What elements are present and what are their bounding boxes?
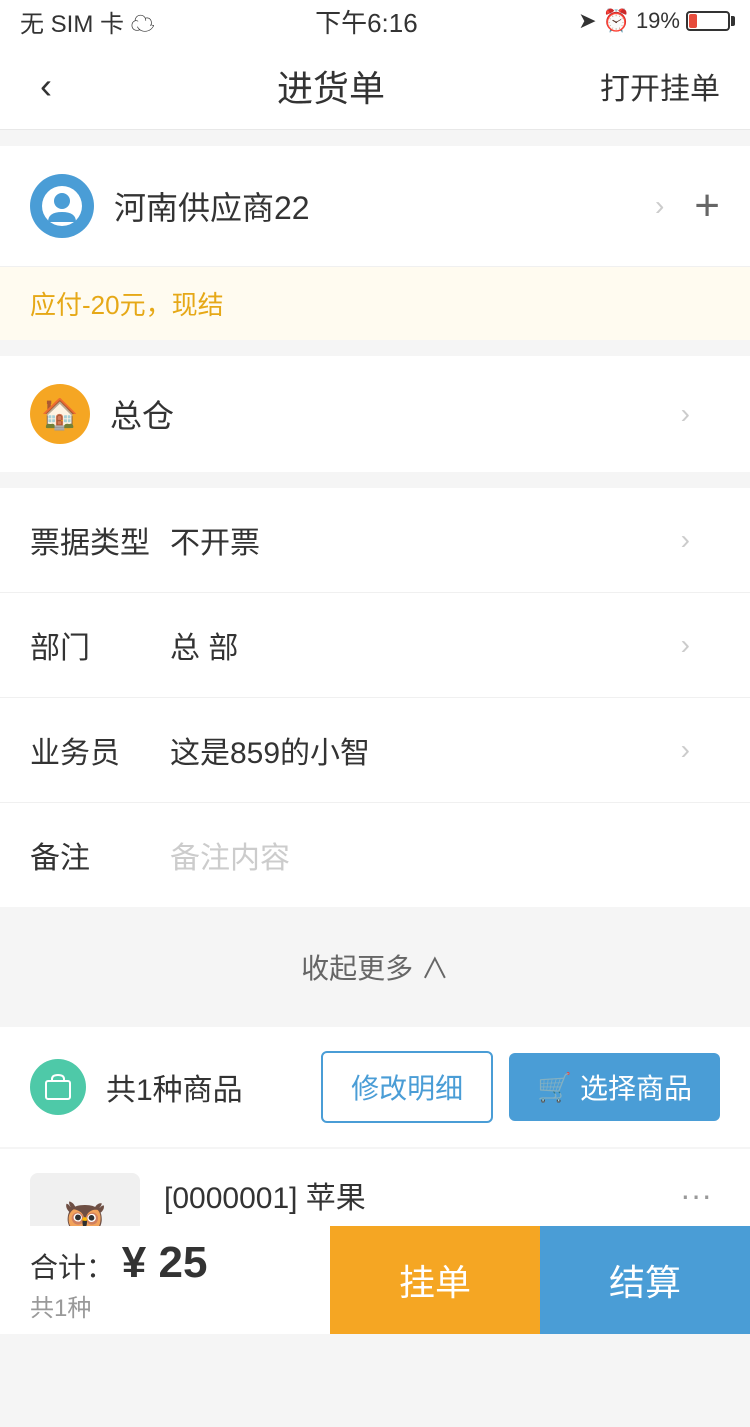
location-icon: ➤ bbox=[578, 8, 596, 34]
select-product-button[interactable]: 🛒 选择商品 bbox=[509, 1053, 720, 1121]
remark-row[interactable]: 备注 备注内容 bbox=[0, 803, 750, 907]
invoice-label: 票据类型 bbox=[30, 518, 170, 562]
product-header: 共1种商品 修改明细 🛒 选择商品 bbox=[0, 1027, 750, 1147]
nav-bar: ‹ 进货单 打开挂单 bbox=[0, 42, 750, 130]
avatar-inner bbox=[42, 186, 82, 226]
total-count: 共1种 bbox=[30, 1288, 300, 1323]
supplier-chevron-icon: › bbox=[655, 190, 664, 222]
payment-notice: 应付-20元，现结 bbox=[0, 267, 750, 340]
warehouse-chevron-icon: › bbox=[681, 398, 690, 430]
alarm-icon: ⏰ bbox=[603, 8, 630, 34]
product-more-button[interactable]: ··· bbox=[672, 1173, 720, 1218]
supplier-section: 河南供应商22 › + 应付-20元，现结 bbox=[0, 146, 750, 340]
supplier-avatar bbox=[30, 174, 94, 238]
salesman-chevron-icon: › bbox=[681, 734, 690, 766]
total-label: 合计： bbox=[30, 1252, 114, 1283]
collapse-button[interactable]: 收起更多 ∧ bbox=[0, 923, 750, 1011]
remark-input[interactable]: 备注内容 bbox=[170, 833, 720, 877]
back-button[interactable]: ‹ bbox=[30, 55, 62, 117]
footer-total: 合计： ¥ 25 共1种 bbox=[0, 1238, 330, 1323]
select-product-label: 选择商品 bbox=[580, 1067, 692, 1107]
status-right: ➤ ⏰ 19% bbox=[578, 8, 730, 34]
product-icon bbox=[30, 1059, 86, 1115]
sim-status: 无 SIM 卡 ☁ bbox=[20, 4, 155, 39]
remark-label: 备注 bbox=[30, 833, 170, 877]
product-count: 共1种商品 bbox=[106, 1065, 321, 1109]
supplier-row[interactable]: 河南供应商22 › + bbox=[0, 146, 750, 267]
department-label: 部门 bbox=[30, 623, 170, 667]
page-title: 进货单 bbox=[277, 60, 385, 112]
supplier-name: 河南供应商22 bbox=[114, 183, 655, 229]
status-left: 无 SIM 卡 ☁ bbox=[20, 4, 155, 39]
department-row[interactable]: 部门 总 部 › bbox=[0, 593, 750, 698]
total-amount: ¥ 25 bbox=[122, 1238, 208, 1287]
add-supplier-button[interactable]: + bbox=[694, 184, 720, 228]
invoice-value: 不开票 bbox=[170, 518, 681, 562]
product-name: [0000001] 苹果 bbox=[164, 1173, 672, 1217]
salesman-value: 这是859的小智 bbox=[170, 728, 681, 772]
invoice-row[interactable]: 票据类型 不开票 › bbox=[0, 488, 750, 593]
department-chevron-icon: › bbox=[681, 629, 690, 661]
salesman-row[interactable]: 业务员 这是859的小智 › bbox=[0, 698, 750, 803]
cart-icon: 🛒 bbox=[537, 1071, 572, 1104]
status-bar: 无 SIM 卡 ☁ 下午6:16 ➤ ⏰ 19% bbox=[0, 0, 750, 42]
warehouse-name: 总仓 bbox=[110, 391, 681, 437]
battery-icon bbox=[686, 11, 730, 31]
salesman-label: 业务员 bbox=[30, 728, 170, 772]
open-pending-button[interactable]: 打开挂单 bbox=[600, 64, 720, 108]
invoice-chevron-icon: › bbox=[681, 524, 690, 556]
edit-detail-button[interactable]: 修改明细 bbox=[321, 1051, 493, 1123]
warehouse-icon: 🏠 bbox=[30, 384, 90, 444]
footer: 合计： ¥ 25 共1种 挂单 结算 bbox=[0, 1226, 750, 1334]
warehouse-section: 🏠 总仓 › bbox=[0, 356, 750, 472]
battery-percent: 19% bbox=[636, 8, 680, 34]
warehouse-row[interactable]: 🏠 总仓 › bbox=[0, 356, 750, 472]
department-value: 总 部 bbox=[170, 623, 681, 667]
form-section: 票据类型 不开票 › 部门 总 部 › 业务员 这是859的小智 › 备注 备注… bbox=[0, 488, 750, 907]
pending-button[interactable]: 挂单 bbox=[330, 1226, 540, 1334]
settle-button[interactable]: 结算 bbox=[540, 1226, 750, 1334]
status-time: 下午6:16 bbox=[315, 3, 418, 40]
